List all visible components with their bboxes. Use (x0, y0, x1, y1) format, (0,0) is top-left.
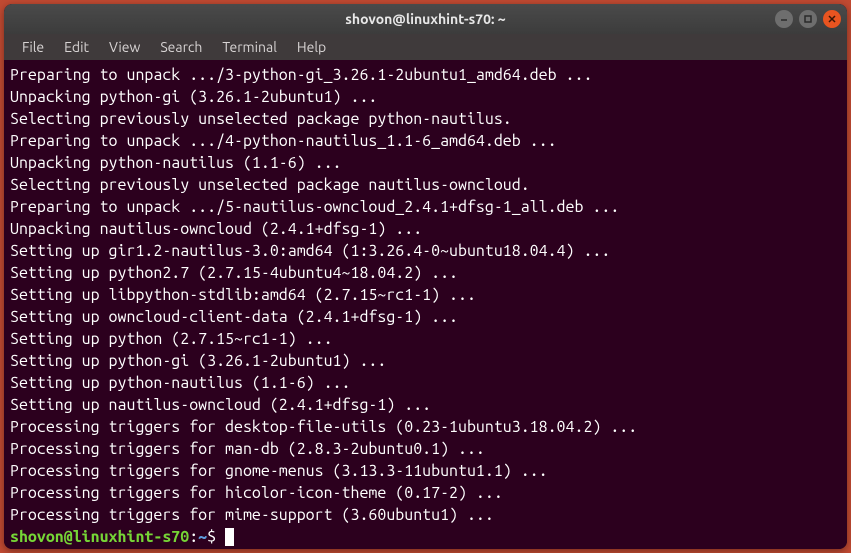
terminal-line: Setting up python-nautilus (1.1-6) ... (10, 372, 841, 394)
terminal-line: Unpacking nautilus-owncloud (2.4.1+dfsg-… (10, 218, 841, 240)
menu-view[interactable]: View (99, 35, 150, 59)
menu-help[interactable]: Help (287, 35, 336, 59)
terminal-prompt: shovon@linuxhint-s70:~$ (10, 526, 841, 548)
prompt-user-host: shovon@linuxhint-s70 (10, 528, 189, 546)
terminal-line: Processing triggers for gnome-menus (3.1… (10, 460, 841, 482)
cursor (225, 528, 234, 546)
terminal-line: Setting up owncloud-client-data (2.4.1+d… (10, 306, 841, 328)
close-icon (827, 14, 837, 24)
terminal-line: Processing triggers for man-db (2.8.3-2u… (10, 438, 841, 460)
terminal-line: Setting up python-gi (3.26.1-2ubuntu1) .… (10, 350, 841, 372)
menubar: File Edit View Search Terminal Help (4, 34, 847, 60)
terminal-line: Setting up python2.7 (2.7.15-4ubuntu4~18… (10, 262, 841, 284)
terminal-line: Unpacking python-nautilus (1.1-6) ... (10, 152, 841, 174)
terminal-body[interactable]: Preparing to unpack .../3-python-gi_3.26… (4, 60, 847, 549)
maximize-icon (803, 14, 813, 24)
prompt-path: ~ (198, 528, 207, 546)
terminal-line: Setting up python (2.7.15~rc1-1) ... (10, 328, 841, 350)
maximize-button[interactable] (799, 10, 817, 28)
terminal-line: Preparing to unpack .../4-python-nautilu… (10, 130, 841, 152)
prompt-dollar: $ (207, 528, 225, 546)
window-title: shovon@linuxhint-s70: ~ (345, 11, 505, 27)
terminal-line: Selecting previously unselected package … (10, 108, 841, 130)
terminal-line: Processing triggers for mime-support (3.… (10, 504, 841, 526)
minimize-icon (779, 14, 789, 24)
menu-edit[interactable]: Edit (54, 35, 99, 59)
prompt-colon: : (189, 528, 198, 546)
menu-search[interactable]: Search (150, 35, 212, 59)
terminal-line: Processing triggers for desktop-file-uti… (10, 416, 841, 438)
menu-terminal[interactable]: Terminal (212, 35, 287, 59)
terminal-line: Setting up nautilus-owncloud (2.4.1+dfsg… (10, 394, 841, 416)
terminal-line: Preparing to unpack .../3-python-gi_3.26… (10, 64, 841, 86)
terminal-window: shovon@linuxhint-s70: ~ File Edit View S… (4, 4, 847, 549)
terminal-line: Setting up gir1.2-nautilus-3.0:amd64 (1:… (10, 240, 841, 262)
close-button[interactable] (823, 10, 841, 28)
terminal-line: Selecting previously unselected package … (10, 174, 841, 196)
menu-file[interactable]: File (12, 35, 54, 59)
window-controls (775, 10, 841, 28)
terminal-line: Preparing to unpack .../5-nautilus-owncl… (10, 196, 841, 218)
terminal-line: Unpacking python-gi (3.26.1-2ubuntu1) ..… (10, 86, 841, 108)
terminal-line: Processing triggers for hicolor-icon-the… (10, 482, 841, 504)
terminal-line: Setting up libpython-stdlib:amd64 (2.7.1… (10, 284, 841, 306)
minimize-button[interactable] (775, 10, 793, 28)
titlebar: shovon@linuxhint-s70: ~ (4, 4, 847, 34)
